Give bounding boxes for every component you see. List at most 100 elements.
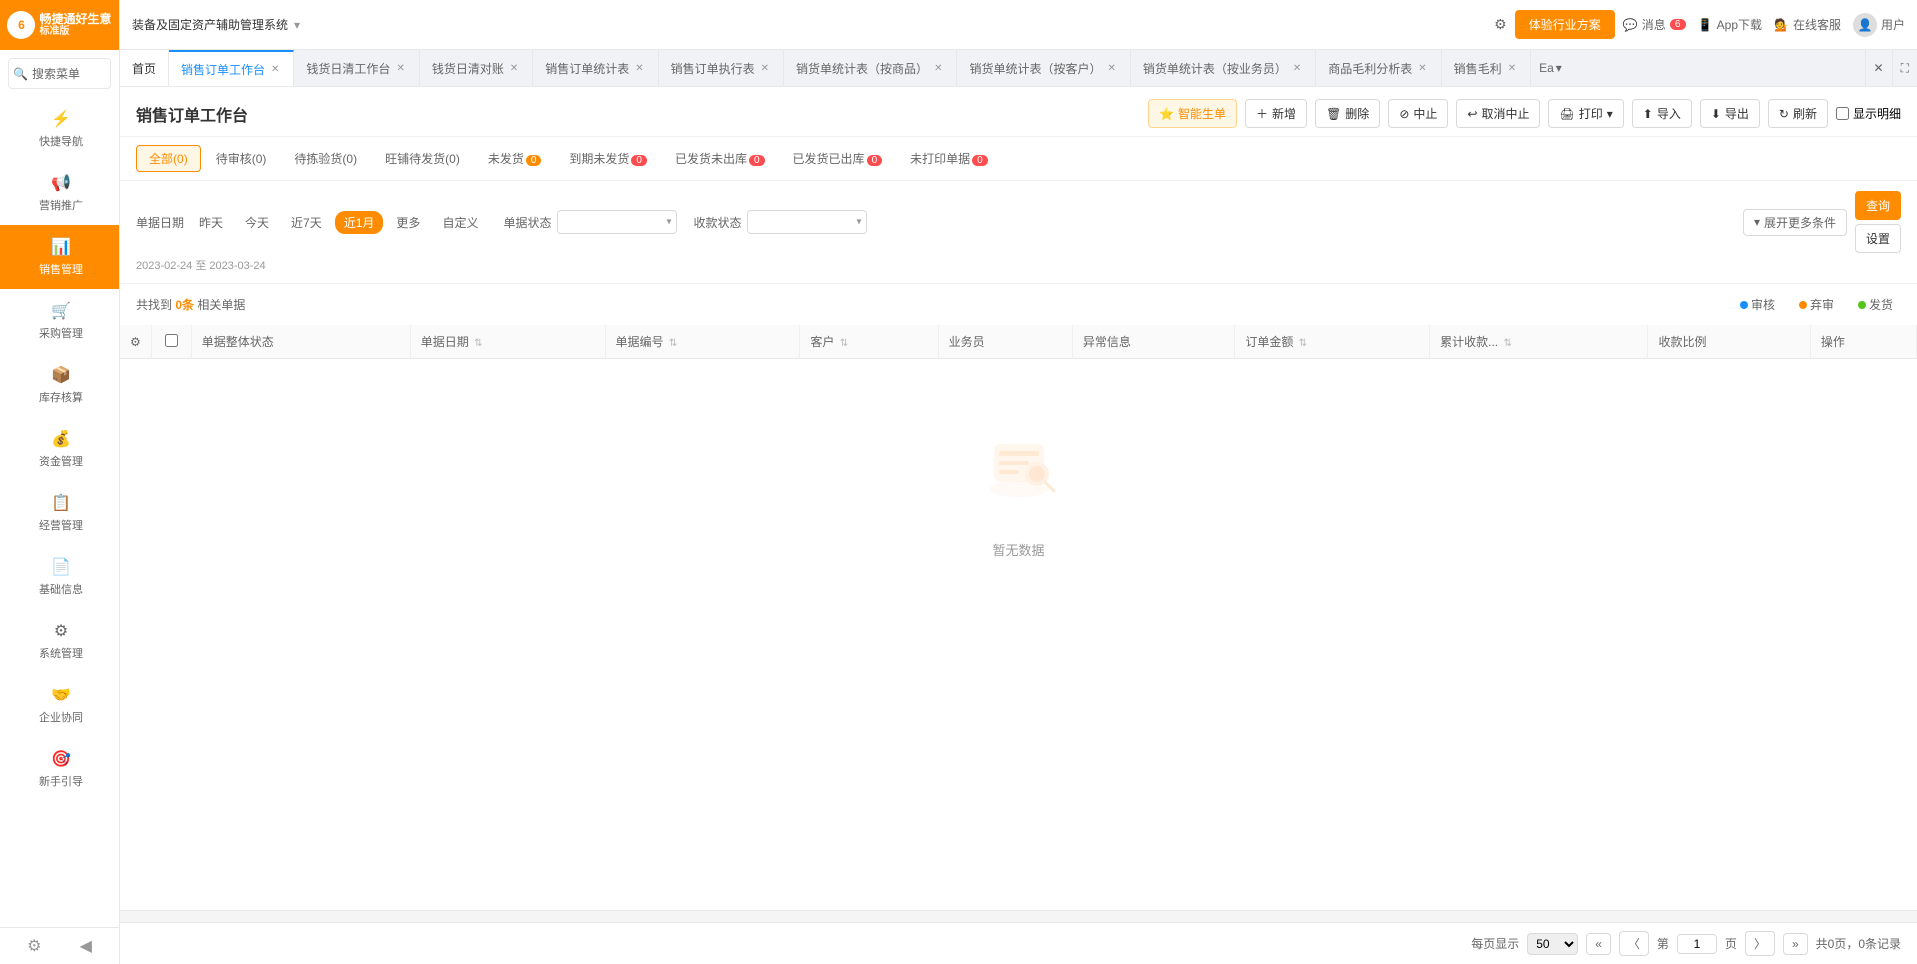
collected-sort-icon[interactable]: ⇅ bbox=[1503, 338, 1511, 349]
payment-select[interactable] bbox=[747, 210, 867, 234]
sidebar-item-marketing[interactable]: 📢 营销推广 bbox=[0, 161, 119, 225]
topbar-settings-icon[interactable]: ⚙ bbox=[1494, 16, 1507, 33]
tab-sales-by-staff[interactable]: 销货单统计表（按业务员） ✕ bbox=[1131, 50, 1316, 86]
col-customer-header[interactable]: 客户 ⇅ bbox=[800, 325, 938, 359]
add-button[interactable]: ＋ 新增 bbox=[1245, 99, 1307, 128]
sidebar-item-basic-info[interactable]: 📄 基础信息 bbox=[0, 545, 119, 609]
finance-icon: 💰 bbox=[51, 429, 71, 449]
ship-action-button[interactable]: 发货 bbox=[1850, 292, 1901, 317]
sidebar-item-tutorial[interactable]: 🎯 新手引导 bbox=[0, 737, 119, 801]
col-number-header[interactable]: 单据编号 ⇅ bbox=[605, 325, 800, 359]
tab-close-sales-stats[interactable]: ✕ bbox=[633, 61, 645, 76]
status-select[interactable] bbox=[557, 210, 677, 234]
tab-close-cash-reconcile[interactable]: ✕ bbox=[508, 61, 520, 76]
unreviewed-action-button[interactable]: 弃审 bbox=[1791, 292, 1842, 317]
review-action-button[interactable]: 审核 bbox=[1732, 292, 1783, 317]
next-page-button[interactable]: 〉 bbox=[1745, 931, 1775, 956]
cancel-stop-button[interactable]: ↩ 取消中止 bbox=[1456, 99, 1540, 128]
tab-cash-reconcile[interactable]: 钱货日清对账 ✕ bbox=[420, 50, 533, 86]
tab-close-margin-analysis[interactable]: ✕ bbox=[1416, 61, 1428, 76]
column-settings-icon[interactable]: ⚙ bbox=[130, 335, 141, 349]
last-page-button[interactable]: » bbox=[1783, 933, 1808, 955]
sidebar-item-operations[interactable]: 📋 经营管理 bbox=[0, 481, 119, 545]
settings-filter-button[interactable]: 设置 bbox=[1855, 224, 1901, 253]
horizontal-scrollbar[interactable] bbox=[120, 910, 1917, 922]
date-more-btn[interactable]: 更多 bbox=[387, 211, 429, 234]
stop-button[interactable]: ⊘ 中止 bbox=[1388, 99, 1448, 128]
search-menu-button[interactable]: 🔍 搜索菜单 bbox=[8, 58, 111, 89]
date-today-btn[interactable]: 今天 bbox=[236, 211, 278, 234]
tab-close-sales-by-customer[interactable]: ✕ bbox=[1105, 61, 1117, 76]
show-detail-checkbox[interactable] bbox=[1836, 107, 1849, 120]
system-dropdown-icon[interactable]: ▾ bbox=[294, 18, 300, 32]
sidebar-item-system[interactable]: ⚙ 系统管理 bbox=[0, 609, 119, 673]
tab-close-sales-by-staff[interactable]: ✕ bbox=[1291, 61, 1303, 76]
filter-tab-not-shipped[interactable]: 未发货0 bbox=[475, 145, 555, 172]
search-button[interactable]: 查询 bbox=[1855, 191, 1901, 220]
print-button[interactable]: 🖨 打印 ▾ bbox=[1548, 99, 1623, 128]
tab-close-sales-workbench[interactable]: ✕ bbox=[269, 62, 281, 77]
filter-tab-pending-inspect[interactable]: 待拣验货(0) bbox=[281, 145, 370, 172]
tab-sales-by-product[interactable]: 销货单统计表（按商品） ✕ bbox=[784, 50, 957, 86]
page-size-select[interactable]: 50 10 20 100 bbox=[1527, 933, 1578, 955]
import-button[interactable]: ⬆ 导入 bbox=[1632, 99, 1692, 128]
tab-close-sales-profit[interactable]: ✕ bbox=[1506, 61, 1518, 76]
prev-page-button[interactable]: 〈 bbox=[1619, 931, 1649, 956]
message-button[interactable]: 💬 消息 6 bbox=[1623, 16, 1686, 33]
filter-tab-wangpu-pending[interactable]: 旺铺待发货(0) bbox=[372, 145, 473, 172]
online-service-button[interactable]: 💁 在线客服 bbox=[1774, 16, 1841, 33]
table-scroll[interactable]: ⚙ 单据整体状态 单据日期 ⇅ bbox=[120, 325, 1917, 910]
filter-tab-not-printed[interactable]: 未打印单据0 bbox=[897, 145, 1001, 172]
select-all-checkbox[interactable] bbox=[165, 334, 178, 347]
filter-tab-all[interactable]: 全部(0) bbox=[136, 145, 201, 172]
settings-bottom-icon[interactable]: ⚙ bbox=[27, 936, 41, 956]
tab-sales-workbench[interactable]: 销售订单工作台 ✕ bbox=[169, 50, 294, 86]
page-number-input[interactable] bbox=[1677, 934, 1717, 954]
tabbar-more-button[interactable]: Ea ▾ bbox=[1531, 61, 1570, 75]
date-sort-icon[interactable]: ⇅ bbox=[474, 338, 482, 349]
tab-sales-exec[interactable]: 销售订单执行表 ✕ bbox=[659, 50, 784, 86]
export-button[interactable]: ⬇ 导出 bbox=[1700, 99, 1760, 128]
col-collected-header[interactable]: 累计收款... ⇅ bbox=[1430, 325, 1648, 359]
col-date-header[interactable]: 单据日期 ⇅ bbox=[410, 325, 605, 359]
filter-tab-overdue-not-shipped[interactable]: 到期未发货0 bbox=[556, 145, 660, 172]
tab-close-sales-by-product[interactable]: ✕ bbox=[932, 61, 944, 76]
tab-sales-stats[interactable]: 销售订单统计表 ✕ bbox=[533, 50, 658, 86]
show-detail-label[interactable]: 显示明细 bbox=[1836, 105, 1901, 122]
date-yesterday-btn[interactable]: 昨天 bbox=[190, 211, 232, 234]
user-menu[interactable]: 👤 用户 bbox=[1853, 13, 1905, 37]
tab-close-sales-exec[interactable]: ✕ bbox=[759, 61, 771, 76]
refresh-button[interactable]: ↻ 刷新 bbox=[1768, 99, 1828, 128]
date-1month-btn[interactable]: 近1月 bbox=[335, 211, 384, 234]
expand-more-button[interactable]: ▾ 展开更多条件 bbox=[1743, 209, 1847, 236]
tab-sales-by-customer[interactable]: 销货单统计表（按客户） ✕ bbox=[957, 50, 1130, 86]
sidebar-item-cooperation[interactable]: 🤝 企业协同 bbox=[0, 673, 119, 737]
app-download-button[interactable]: 📱 App下载 bbox=[1698, 16, 1762, 33]
delete-button[interactable]: 🗑 删除 bbox=[1315, 99, 1380, 128]
tab-sales-profit[interactable]: 销售毛利 ✕ bbox=[1442, 50, 1531, 86]
sidebar-item-sales[interactable]: 📊 销售管理 bbox=[0, 225, 119, 289]
tab-maximize-button[interactable]: ⛶ bbox=[1892, 50, 1917, 86]
collapse-sidebar-icon[interactable]: ◀ bbox=[80, 936, 92, 956]
date-7days-btn[interactable]: 近7天 bbox=[282, 211, 331, 234]
amount-sort-icon[interactable]: ⇅ bbox=[1299, 338, 1307, 349]
number-sort-icon[interactable]: ⇅ bbox=[669, 338, 677, 349]
filter-tab-shipped-not-out[interactable]: 已发货未出库0 bbox=[662, 145, 778, 172]
col-amount-header[interactable]: 订单金额 ⇅ bbox=[1235, 325, 1430, 359]
sidebar-item-quick-nav[interactable]: ⚡ 快捷导航 bbox=[0, 97, 119, 161]
sidebar-item-inventory[interactable]: 📦 库存核算 bbox=[0, 353, 119, 417]
tab-close-current-button[interactable]: ✕ bbox=[1865, 50, 1892, 86]
customer-sort-icon[interactable]: ⇅ bbox=[840, 338, 848, 349]
filter-tab-pending-review[interactable]: 待审核(0) bbox=[203, 145, 280, 172]
industry-solution-button[interactable]: 体验行业方案 bbox=[1515, 10, 1615, 39]
smart-create-button[interactable]: ⭐ 智能生单 bbox=[1148, 99, 1237, 128]
tab-home[interactable]: 首页 bbox=[120, 50, 169, 86]
date-custom-btn[interactable]: 自定义 bbox=[433, 211, 487, 234]
tab-cash-daily[interactable]: 钱货日清工作台 ✕ bbox=[294, 50, 419, 86]
sidebar-item-purchase[interactable]: 🛒 采购管理 bbox=[0, 289, 119, 353]
sidebar-item-finance[interactable]: 💰 资金管理 bbox=[0, 417, 119, 481]
tab-margin-analysis[interactable]: 商品毛利分析表 ✕ bbox=[1316, 50, 1441, 86]
first-page-button[interactable]: « bbox=[1586, 933, 1611, 955]
tab-close-cash-daily[interactable]: ✕ bbox=[394, 61, 406, 76]
filter-tab-shipped-out[interactable]: 已发货已出库0 bbox=[780, 145, 896, 172]
